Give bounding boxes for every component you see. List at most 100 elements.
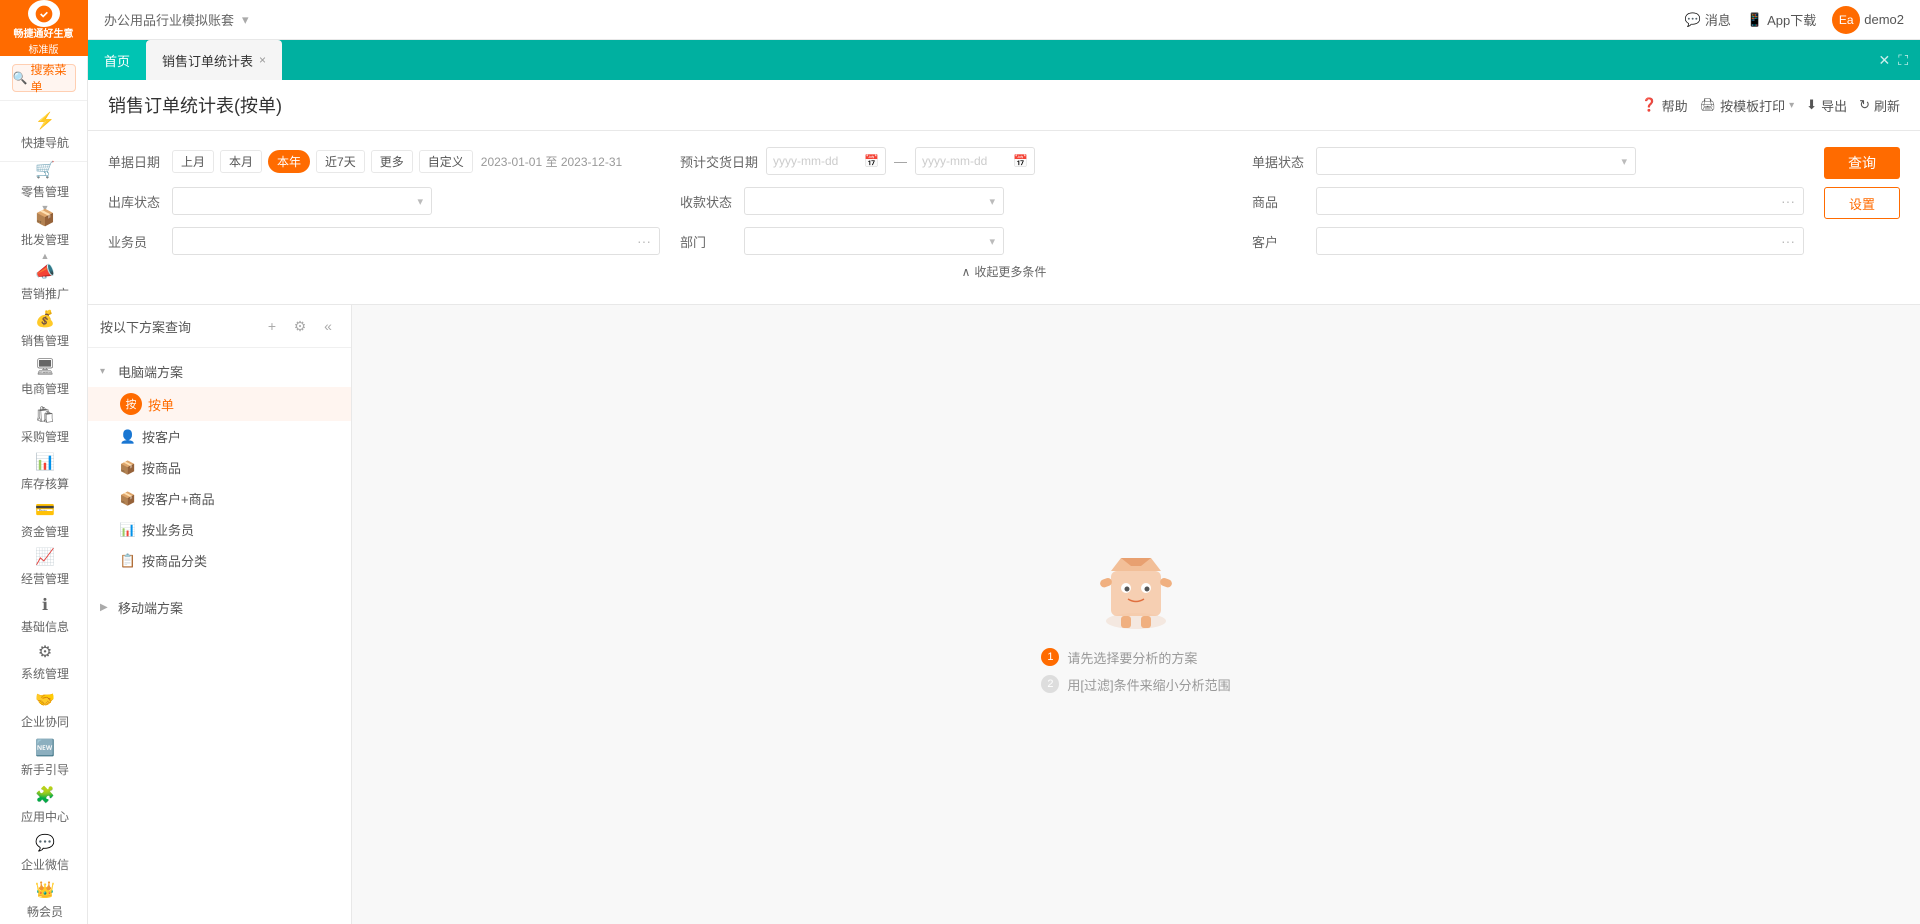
collapse-btn[interactable]: ∧ 收起更多条件: [962, 263, 1047, 280]
tree-section-mobile: ▶ 移动端方案: [88, 584, 351, 631]
sidebar-item-sales[interactable]: 💰 销售管理: [0, 306, 88, 354]
sidebar-item-enterprise[interactable]: 🤝 企业协同: [0, 686, 88, 734]
empty-state: 1 请先选择要分析的方案 2 用[过滤]条件来缩小分析范围: [1041, 536, 1230, 694]
end-date-placeholder: yyyy-mm-dd: [922, 154, 987, 168]
sidebar-item-wechat[interactable]: 💬 企业微信: [0, 829, 88, 877]
app-name: 畅捷通好生意: [14, 29, 74, 41]
tab-current[interactable]: 销售订单统计表 ×: [146, 40, 282, 80]
user-menu[interactable]: Ea demo2: [1832, 6, 1904, 34]
status-select[interactable]: ▾: [1316, 147, 1636, 175]
page-actions: ❓ 帮助 🖨 按模板打印 ▾ ⬇ 导出 ↻ 刷新: [1641, 96, 1900, 127]
sidebar-item-ecommerce[interactable]: 🖥 电商管理: [0, 353, 88, 401]
goods-filter-field: 商品 ···: [1252, 187, 1804, 215]
left-panel: 按以下方案查询 + ⚙ « ▾: [88, 305, 352, 924]
date-filter-field: 单据日期 上月 本月 本年 近7天 更多 自定义 2023-01-01 至 20…: [108, 150, 660, 173]
window-maximize-icon[interactable]: ⛶: [1898, 52, 1908, 69]
sidebar-item-finance[interactable]: 💳 资金管理: [0, 496, 88, 544]
message-btn[interactable]: 💬 消息: [1685, 10, 1731, 29]
tree-parent-mobile[interactable]: ▶ 移动端方案: [88, 592, 351, 623]
goods-more-icon[interactable]: ···: [1781, 193, 1795, 209]
salesperson-input[interactable]: ···: [172, 227, 660, 255]
salesperson-more-icon[interactable]: ···: [637, 233, 651, 249]
edit-scheme-btn[interactable]: ⚙: [289, 315, 311, 337]
customer-input[interactable]: ···: [1316, 227, 1804, 255]
search-menu-btn[interactable]: 🔍 搜索菜单: [12, 64, 76, 92]
refresh-icon: ↻: [1859, 97, 1870, 113]
filter-main: 单据日期 上月 本月 本年 近7天 更多 自定义 2023-01-01 至 20…: [108, 147, 1900, 255]
sidebar-item-newuser[interactable]: 🆕 新手引导: [0, 734, 88, 782]
tree-item-by-order[interactable]: 按 按单: [88, 387, 351, 421]
collapse-panel-btn[interactable]: «: [317, 315, 339, 337]
tree-item-by-goods-category[interactable]: 📋 按商品分类: [88, 545, 351, 576]
marketing-label: 营销推广: [21, 285, 69, 302]
expected-date-start-input[interactable]: yyyy-mm-dd 📅: [766, 147, 886, 175]
tree-expand-icon: ▾: [100, 366, 112, 377]
sidebar-item-apps[interactable]: 🧩 应用中心: [0, 781, 88, 829]
app-logo[interactable]: 畅捷通好生意 标准版: [0, 0, 88, 56]
operations-icon: 📈: [35, 547, 55, 567]
date-more-btn[interactable]: 更多: [371, 150, 413, 173]
add-scheme-btn[interactable]: +: [261, 315, 283, 337]
tab-home[interactable]: 首页: [88, 40, 146, 80]
settings-button[interactable]: 设置: [1824, 187, 1900, 219]
sidebar-item-wholesale[interactable]: 📦 批发管理 ▲: [0, 210, 88, 258]
export-icon: ⬇: [1806, 97, 1817, 113]
sidebar-item-basic[interactable]: ℹ 基础信息: [0, 591, 88, 639]
sales-label: 销售管理: [21, 332, 69, 349]
query-button[interactable]: 查询: [1824, 147, 1900, 179]
export-btn[interactable]: ⬇ 导出: [1806, 96, 1847, 115]
help-btn[interactable]: ❓ 帮助: [1641, 96, 1687, 115]
sidebar-item-marketing[interactable]: 📣 营销推广: [0, 258, 88, 306]
inventory-icon: 📊: [35, 452, 55, 472]
quick-nav-item[interactable]: ⚡ 快捷导航: [0, 107, 88, 155]
date-custom-btn[interactable]: 自定义: [419, 150, 473, 173]
hint-1-text: 请先选择要分析的方案: [1067, 648, 1197, 667]
system-label: 系统管理: [21, 665, 69, 682]
inventory-label: 库存核算: [21, 475, 69, 492]
app-subtitle: 标准版: [29, 41, 59, 56]
sidebar-item-system[interactable]: ⚙ 系统管理: [0, 639, 88, 687]
tree-item-by-customer[interactable]: 👤 按客户: [88, 421, 351, 452]
sidebar-item-member[interactable]: 👑 畅会员: [0, 877, 88, 924]
sidebar-item-inventory[interactable]: 📊 库存核算: [0, 448, 88, 496]
app-download-btn[interactable]: 📱 App下载: [1747, 10, 1816, 29]
date-curr-year-btn[interactable]: 本年: [268, 150, 310, 173]
chevron-down-icon: ▾: [989, 195, 995, 208]
quick-nav-icon: ⚡: [35, 111, 55, 131]
tree-item-by-salesperson[interactable]: 📊 按业务员: [88, 514, 351, 545]
print-label: 按模板打印: [1720, 96, 1785, 115]
date-7days-btn[interactable]: 近7天: [316, 150, 365, 173]
date-curr-month-btn[interactable]: 本月: [220, 150, 262, 173]
sales-icon: 💰: [35, 309, 55, 329]
sidebar-item-retail[interactable]: 🛒 零售管理 ▼: [0, 162, 88, 210]
delivery-select[interactable]: ▾: [172, 187, 432, 215]
page-title: 销售订单统计表(按单): [108, 92, 282, 130]
chart-icon: 📊: [120, 522, 136, 538]
sidebar-item-operations[interactable]: 📈 经营管理: [0, 543, 88, 591]
window-close-icon[interactable]: ✕: [1878, 52, 1890, 69]
finance-icon: 💳: [35, 500, 55, 520]
payment-select[interactable]: ▾: [744, 187, 1004, 215]
tree-item-by-customer-goods[interactable]: 📦 按客户+商品: [88, 483, 351, 514]
left-panel-title: 按以下方案查询: [100, 317, 191, 336]
date-prev-month-btn[interactable]: 上月: [172, 150, 214, 173]
department-select[interactable]: ▾: [744, 227, 1004, 255]
newuser-icon: 🆕: [35, 738, 55, 758]
sidebar-item-purchase[interactable]: 🛍 采购管理: [0, 401, 88, 449]
expected-date-end-input[interactable]: yyyy-mm-dd 📅: [915, 147, 1035, 175]
print-btn[interactable]: 🖨 按模板打印 ▾: [1700, 96, 1795, 115]
wechat-label: 企业微信: [21, 856, 69, 873]
member-label: 畅会员: [27, 903, 63, 920]
refresh-btn[interactable]: ↻ 刷新: [1859, 96, 1900, 115]
tree-parent-pc[interactable]: ▾ 电脑端方案: [88, 356, 351, 387]
tab-close-icon[interactable]: ×: [259, 53, 266, 67]
suite-dropdown-icon[interactable]: ▾: [242, 12, 249, 28]
hint-1: 1 请先选择要分析的方案: [1041, 648, 1230, 667]
tree-item-by-goods[interactable]: 📦 按商品: [88, 452, 351, 483]
goods-input[interactable]: ···: [1316, 187, 1804, 215]
content-body: 按以下方案查询 + ⚙ « ▾: [88, 305, 1920, 924]
logo-icon: [28, 0, 60, 27]
date-separator: —: [894, 154, 907, 169]
basic-label: 基础信息: [21, 618, 69, 635]
customer-more-icon[interactable]: ···: [1781, 233, 1795, 249]
